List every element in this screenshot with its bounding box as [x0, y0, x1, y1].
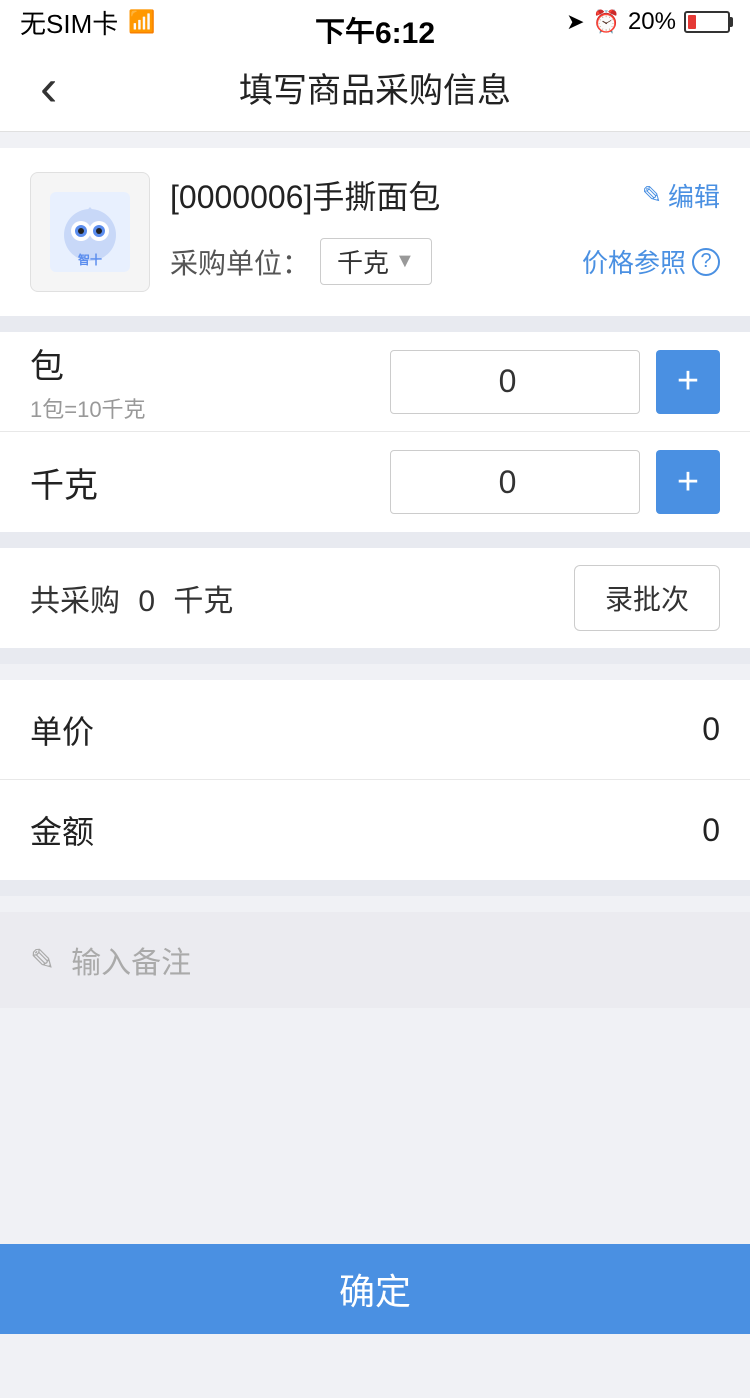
amount-value: 0 [702, 812, 720, 849]
product-logo: 智十 [50, 192, 130, 272]
price-ref-button[interactable]: 价格参照 ? [582, 243, 720, 280]
unit-value: 千克 [337, 243, 389, 280]
kg-label-group: 千克 [30, 458, 150, 507]
status-left: 无SIM卡 📶 [20, 4, 156, 41]
kg-plus-icon: + [677, 461, 699, 504]
unit-selector-group: 采购单位： 千克 ▼ [170, 238, 432, 285]
kg-input-row: 千克 + [0, 432, 750, 532]
total-value: 0 [138, 585, 155, 618]
product-info: [0000006]手撕面包 ✎ 编辑 采购单位： 千克 ▼ 价格参照 ? [170, 172, 720, 285]
purchase-unit-label: 采购单位： [170, 242, 310, 282]
alarm-icon: ⏰ [593, 9, 620, 35]
divider-1 [0, 316, 750, 332]
divider-4 [0, 880, 750, 896]
product-name: [0000006]手撕面包 [170, 172, 440, 218]
total-unit: 千克 [173, 585, 233, 618]
sim-text: 无SIM卡 [20, 4, 118, 41]
pack-plus-button[interactable]: + [656, 350, 720, 414]
status-bar: 无SIM卡 📶 下午6:12 ➤ ⏰ 20% [0, 0, 750, 44]
total-text: 共采购 0 千克 [30, 576, 233, 620]
battery-percent: 20% [628, 8, 676, 36]
amount-label: 金额 [30, 807, 94, 853]
unit-price-label: 单价 [30, 707, 94, 753]
input-section: 包 1包=10千克 + 千克 + [0, 332, 750, 532]
battery-fill [688, 15, 696, 29]
pack-input[interactable] [390, 350, 640, 414]
info-icon: ? [692, 248, 720, 276]
product-logo-svg: 智十 [55, 197, 125, 267]
pack-label: 包 [30, 339, 150, 388]
total-row: 共采购 0 千克 录批次 [0, 548, 750, 648]
battery-icon [684, 11, 730, 33]
remark-placeholder: 输入备注 [71, 938, 191, 982]
svg-text:智十: 智十 [77, 252, 102, 267]
back-button[interactable]: ‹ [30, 52, 67, 124]
edit-icon: ✎ [642, 181, 662, 210]
unit-price-row: 单价 0 [0, 680, 750, 780]
divider-2 [0, 532, 750, 548]
record-batch-button[interactable]: 录批次 [574, 565, 720, 631]
plus-icon: + [677, 360, 699, 403]
chevron-down-icon: ▼ [395, 250, 415, 273]
amount-row: 金额 0 [0, 780, 750, 880]
nav-title: 填写商品采购信息 [239, 63, 511, 112]
kg-label: 千克 [30, 458, 150, 507]
divider-3 [0, 648, 750, 664]
wifi-icon: 📶 [128, 9, 155, 35]
pack-label-group: 包 1包=10千克 [30, 339, 150, 424]
unit-price-value: 0 [702, 711, 720, 748]
product-name-row: [0000006]手撕面包 ✎ 编辑 [170, 172, 720, 218]
location-icon: ➤ [566, 9, 584, 35]
confirm-button[interactable]: 确定 [0, 1244, 750, 1334]
status-right: ➤ ⏰ 20% [566, 8, 730, 36]
product-image: 智十 [30, 172, 150, 292]
kg-input-group: + [150, 450, 720, 514]
pack-sub-label: 1包=10千克 [30, 392, 150, 424]
kg-input[interactable] [390, 450, 640, 514]
edit-label: 编辑 [668, 177, 720, 214]
pack-input-group: + [150, 350, 720, 414]
kg-plus-button[interactable]: + [656, 450, 720, 514]
nav-bar: ‹ 填写商品采购信息 [0, 44, 750, 132]
price-section: 单价 0 金额 0 [0, 680, 750, 880]
pack-input-row: 包 1包=10千克 + [0, 332, 750, 432]
purchase-unit-row: 采购单位： 千克 ▼ 价格参照 ? [170, 238, 720, 285]
remark-section[interactable]: ✎ 输入备注 [0, 912, 750, 1008]
total-prefix: 共采购 [30, 585, 120, 618]
product-card: 智十 [0000006]手撕面包 ✎ 编辑 采购单位： 千克 ▼ [0, 148, 750, 316]
edit-button[interactable]: ✎ 编辑 [642, 177, 720, 214]
unit-select-dropdown[interactable]: 千克 ▼ [320, 238, 432, 285]
price-ref-label: 价格参照 [582, 243, 686, 280]
pencil-icon: ✎ [30, 943, 55, 978]
